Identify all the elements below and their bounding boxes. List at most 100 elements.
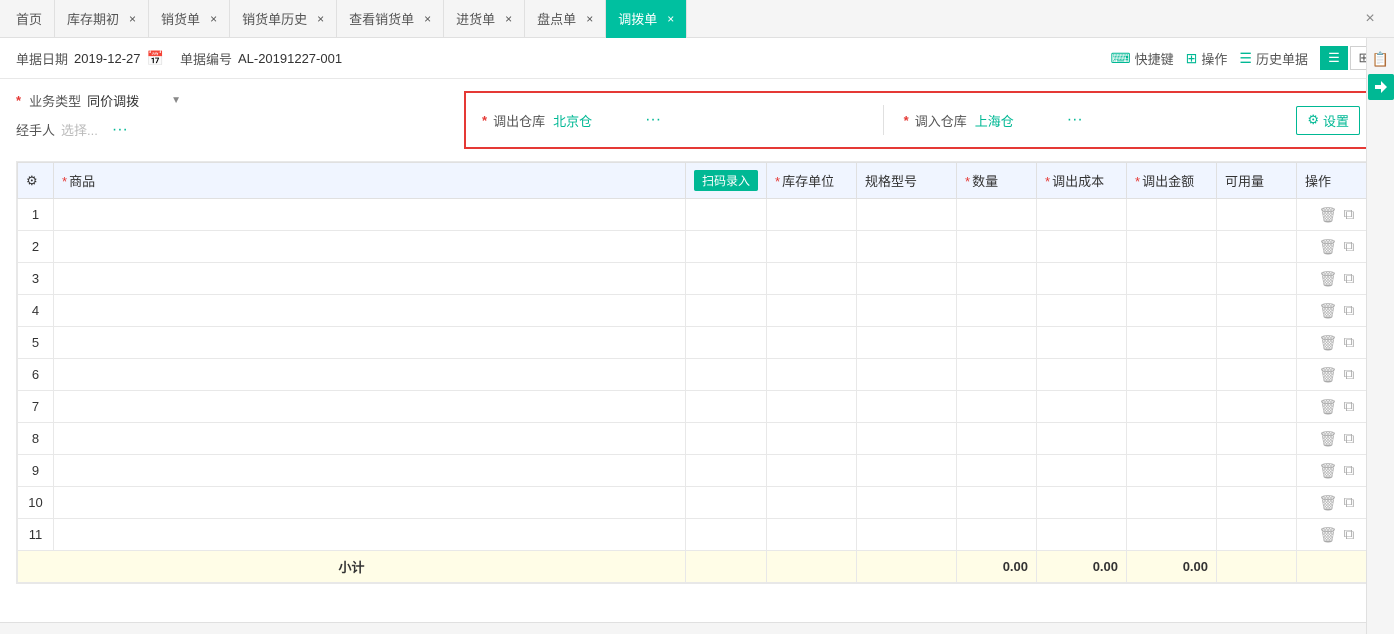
person-more-icon[interactable]: ··· [112, 121, 128, 139]
tab-view-sales-close[interactable]: × [424, 13, 431, 25]
tab-transfer-close[interactable]: × [667, 13, 674, 25]
row-3-copy-icon[interactable]: ⧉ [1344, 270, 1355, 287]
row-2-product[interactable] [54, 231, 686, 263]
row-9-copy-icon[interactable]: ⧉ [1344, 462, 1355, 479]
row-2-unit[interactable] [767, 231, 857, 263]
sidebar-link-icon[interactable] [1368, 74, 1394, 100]
tab-inventory-init[interactable]: 库存期初 × [55, 0, 149, 38]
row-8-product[interactable] [54, 423, 686, 455]
person-input[interactable]: 选择... [61, 120, 98, 139]
tab-inventory-init-close[interactable]: × [129, 13, 136, 25]
tab-home[interactable]: 首页 [4, 0, 55, 38]
operations-button[interactable]: ⊞ 操作 [1186, 49, 1228, 68]
row-11-unit[interactable] [767, 519, 857, 551]
calendar-icon[interactable]: 📅 [147, 50, 164, 67]
col-settings-header[interactable]: ⚙ [18, 163, 54, 199]
transfer-out-more-icon[interactable]: ··· [645, 111, 661, 129]
row-7-copy-icon[interactable]: ⧉ [1344, 398, 1355, 415]
row-4-product[interactable] [54, 295, 686, 327]
row-5-qty[interactable] [957, 327, 1037, 359]
row-3-unit[interactable] [767, 263, 857, 295]
tab-stocktake[interactable]: 盘点单 × [525, 0, 606, 38]
row-7-product[interactable] [54, 391, 686, 423]
scan-button[interactable]: 扫码录入 [694, 170, 758, 191]
row-11-cost[interactable] [1037, 519, 1127, 551]
row-8-delete-icon[interactable]: 🗑 [1319, 430, 1338, 448]
row-5-unit[interactable] [767, 327, 857, 359]
row-6-delete-icon[interactable]: 🗑 [1319, 366, 1338, 384]
row-6-spec[interactable] [857, 359, 957, 391]
row-10-delete-icon[interactable]: 🗑 [1319, 494, 1338, 512]
row-8-spec[interactable] [857, 423, 957, 455]
row-10-copy-icon[interactable]: ⧉ [1344, 494, 1355, 511]
row-2-amount[interactable] [1127, 231, 1217, 263]
row-6-unit[interactable] [767, 359, 857, 391]
business-type-dropdown[interactable]: 同价调拨 ▼ [87, 91, 181, 110]
row-3-amount[interactable] [1127, 263, 1217, 295]
tab-sales[interactable]: 销货单 × [149, 0, 230, 38]
row-1-copy-icon[interactable]: ⧉ [1344, 206, 1355, 223]
row-1-product[interactable] [54, 199, 686, 231]
row-7-cost[interactable] [1037, 391, 1127, 423]
row-11-amount[interactable] [1127, 519, 1217, 551]
tab-sales-history-close[interactable]: × [317, 13, 324, 25]
row-9-unit[interactable] [767, 455, 857, 487]
row-5-delete-icon[interactable]: 🗑 [1319, 334, 1338, 352]
row-6-cost[interactable] [1037, 359, 1127, 391]
tab-view-sales[interactable]: 查看销货单 × [337, 0, 444, 38]
row-7-amount[interactable] [1127, 391, 1217, 423]
row-10-unit[interactable] [767, 487, 857, 519]
row-1-delete-icon[interactable]: 🗑 [1319, 206, 1338, 224]
row-3-qty[interactable] [957, 263, 1037, 295]
row-5-amount[interactable] [1127, 327, 1217, 359]
row-9-delete-icon[interactable]: 🗑 [1319, 462, 1338, 480]
row-8-unit[interactable] [767, 423, 857, 455]
tab-transfer[interactable]: 调拨单 × [606, 0, 687, 38]
row-5-copy-icon[interactable]: ⧉ [1344, 334, 1355, 351]
list-view-button[interactable]: ☰ [1320, 46, 1348, 70]
row-9-cost[interactable] [1037, 455, 1127, 487]
row-10-spec[interactable] [857, 487, 957, 519]
history-button[interactable]: ☰ 历史单据 [1239, 49, 1308, 68]
row-7-qty[interactable] [957, 391, 1037, 423]
row-8-qty[interactable] [957, 423, 1037, 455]
row-5-spec[interactable] [857, 327, 957, 359]
row-9-amount[interactable] [1127, 455, 1217, 487]
row-8-copy-icon[interactable]: ⧉ [1344, 430, 1355, 447]
row-10-amount[interactable] [1127, 487, 1217, 519]
tab-sales-close[interactable]: × [210, 13, 217, 25]
row-4-qty[interactable] [957, 295, 1037, 327]
row-5-product[interactable] [54, 327, 686, 359]
row-1-spec[interactable] [857, 199, 957, 231]
row-9-spec[interactable] [857, 455, 957, 487]
row-4-copy-icon[interactable]: ⧉ [1344, 302, 1355, 319]
row-1-amount[interactable] [1127, 199, 1217, 231]
row-2-spec[interactable] [857, 231, 957, 263]
row-1-cost[interactable] [1037, 199, 1127, 231]
row-10-cost[interactable] [1037, 487, 1127, 519]
row-7-delete-icon[interactable]: 🗑 [1319, 398, 1338, 416]
settings-button[interactable]: ⚙ 设置 [1296, 106, 1360, 135]
row-3-spec[interactable] [857, 263, 957, 295]
row-3-delete-icon[interactable]: 🗑 [1319, 270, 1338, 288]
row-8-amount[interactable] [1127, 423, 1217, 455]
row-2-copy-icon[interactable]: ⧉ [1344, 238, 1355, 255]
shortcuts-button[interactable]: ⌨ 快捷键 [1110, 49, 1173, 68]
tab-stocktake-close[interactable]: × [586, 13, 593, 25]
row-3-product[interactable] [54, 263, 686, 295]
row-8-cost[interactable] [1037, 423, 1127, 455]
row-9-product[interactable] [54, 455, 686, 487]
row-2-cost[interactable] [1037, 231, 1127, 263]
row-5-cost[interactable] [1037, 327, 1127, 359]
window-close-button[interactable]: × [1350, 0, 1390, 38]
bottom-scrollbar[interactable] [0, 622, 1366, 634]
row-11-qty[interactable] [957, 519, 1037, 551]
sidebar-note-icon[interactable]: 📋 [1368, 46, 1394, 72]
row-4-amount[interactable] [1127, 295, 1217, 327]
row-10-qty[interactable] [957, 487, 1037, 519]
row-11-product[interactable] [54, 519, 686, 551]
row-2-delete-icon[interactable]: 🗑 [1319, 238, 1338, 256]
row-6-qty[interactable] [957, 359, 1037, 391]
row-2-qty[interactable] [957, 231, 1037, 263]
row-3-cost[interactable] [1037, 263, 1127, 295]
